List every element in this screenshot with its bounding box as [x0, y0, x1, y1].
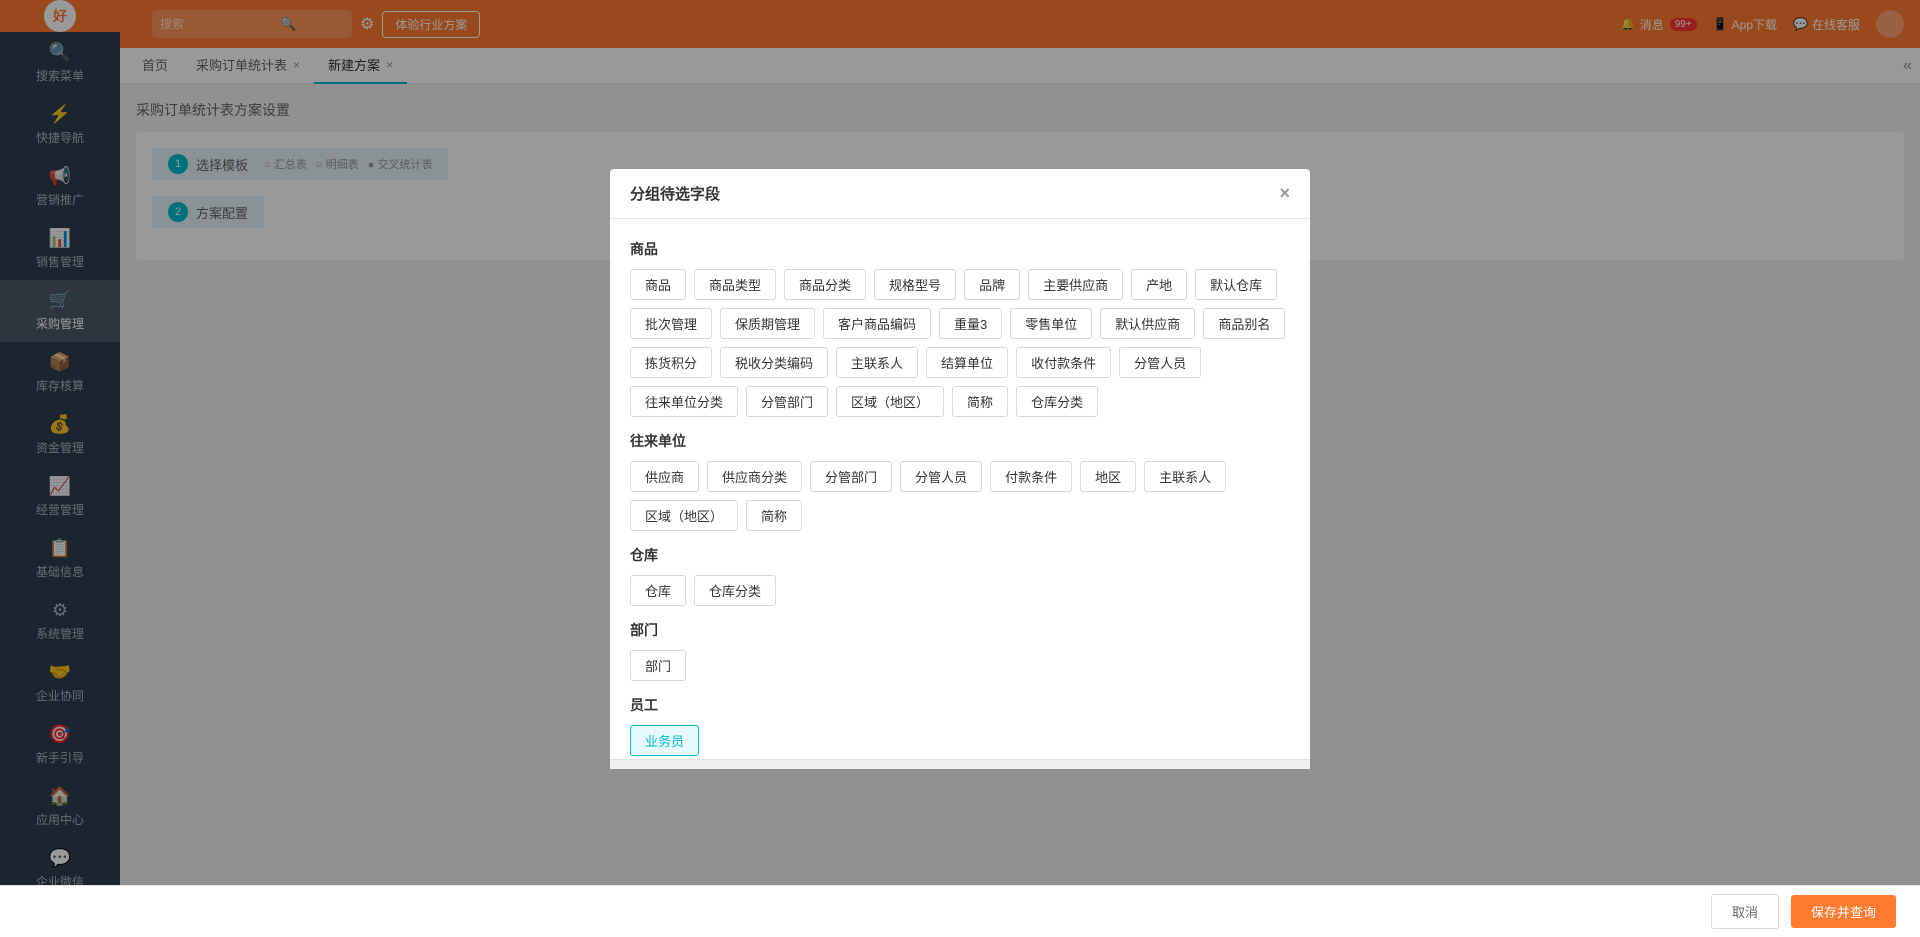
- field-partner-category[interactable]: 往来单位分类: [630, 386, 738, 417]
- page-footer: 取消 保存并查询: [0, 885, 1920, 937]
- modal-title: 分组待选字段: [630, 183, 720, 204]
- section-goods-fields: 商品 商品类型 商品分类 规格型号 品牌 主要供应商 产地 默认仓库 批次管理 …: [630, 269, 1290, 417]
- field-goods-category[interactable]: 商品分类: [784, 269, 866, 300]
- modal-horizontal-scrollbar[interactable]: [610, 759, 1310, 769]
- modal-close-button[interactable]: ×: [1279, 183, 1290, 204]
- field-brand[interactable]: 品牌: [964, 269, 1020, 300]
- field-staff[interactable]: 分管人员: [900, 461, 982, 492]
- field-shelf-life[interactable]: 保质期管理: [720, 308, 815, 339]
- field-dept[interactable]: 分管部门: [810, 461, 892, 492]
- field-batch-mgmt[interactable]: 批次管理: [630, 308, 712, 339]
- field-region2[interactable]: 区域（地区）: [630, 500, 738, 531]
- modal-body[interactable]: 商品 商品 商品类型 商品分类 规格型号 品牌 主要供应商 产地 默认仓库 批次…: [610, 219, 1310, 759]
- section-goods-title: 商品: [630, 239, 1290, 259]
- field-supplier[interactable]: 供应商: [630, 461, 699, 492]
- section-staff-fields: 业务员: [630, 725, 1290, 756]
- section-staff-title: 员工: [630, 695, 1290, 715]
- field-short-name[interactable]: 简称: [952, 386, 1008, 417]
- cancel-button[interactable]: 取消: [1711, 894, 1779, 929]
- field-region[interactable]: 区域（地区）: [836, 386, 944, 417]
- section-partner-fields: 供应商 供应商分类 分管部门 分管人员 付款条件 地区 主联系人 区域（地区） …: [630, 461, 1290, 531]
- field-retail-unit[interactable]: 零售单位: [1010, 308, 1092, 339]
- field-wh-cat[interactable]: 仓库分类: [694, 575, 776, 606]
- section-dept-fields: 部门: [630, 650, 1290, 681]
- save-button[interactable]: 保存并查询: [1791, 895, 1896, 928]
- field-payment-terms[interactable]: 收付款条件: [1016, 347, 1111, 378]
- field-customer-code[interactable]: 客户商品编码: [823, 308, 931, 339]
- field-pay-cond[interactable]: 付款条件: [990, 461, 1072, 492]
- field-pick-score[interactable]: 拣货积分: [630, 347, 712, 378]
- modal-header: 分组待选字段 ×: [610, 169, 1310, 219]
- section-partner-title: 往来单位: [630, 431, 1290, 451]
- field-goods[interactable]: 商品: [630, 269, 686, 300]
- field-wh[interactable]: 仓库: [630, 575, 686, 606]
- field-supplier-category[interactable]: 供应商分类: [707, 461, 802, 492]
- field-contact[interactable]: 主联系人: [1144, 461, 1226, 492]
- field-manager[interactable]: 分管人员: [1119, 347, 1201, 378]
- modal-dialog: 分组待选字段 × 商品 商品 商品类型 商品分类 规格型号 品牌 主要供应商 产…: [610, 169, 1310, 769]
- field-area[interactable]: 地区: [1080, 461, 1136, 492]
- section-dept-title: 部门: [630, 620, 1290, 640]
- field-main-supplier[interactable]: 主要供应商: [1028, 269, 1123, 300]
- section-warehouse-fields: 仓库 仓库分类: [630, 575, 1290, 606]
- field-salesman[interactable]: 业务员: [630, 725, 699, 756]
- field-tax-code[interactable]: 税收分类编码: [720, 347, 828, 378]
- field-default-warehouse[interactable]: 默认仓库: [1195, 269, 1277, 300]
- field-main-contact[interactable]: 主联系人: [836, 347, 918, 378]
- field-weight3[interactable]: 重量3: [939, 308, 1002, 339]
- field-warehouse-category[interactable]: 仓库分类: [1016, 386, 1098, 417]
- field-manage-dept[interactable]: 分管部门: [746, 386, 828, 417]
- field-abbr[interactable]: 简称: [746, 500, 802, 531]
- field-goods-type[interactable]: 商品类型: [694, 269, 776, 300]
- field-department[interactable]: 部门: [630, 650, 686, 681]
- field-origin[interactable]: 产地: [1131, 269, 1187, 300]
- field-settle-unit[interactable]: 结算单位: [926, 347, 1008, 378]
- field-goods-alias[interactable]: 商品别名: [1203, 308, 1285, 339]
- field-spec-model[interactable]: 规格型号: [874, 269, 956, 300]
- field-default-supplier[interactable]: 默认供应商: [1100, 308, 1195, 339]
- section-warehouse-title: 仓库: [630, 545, 1290, 565]
